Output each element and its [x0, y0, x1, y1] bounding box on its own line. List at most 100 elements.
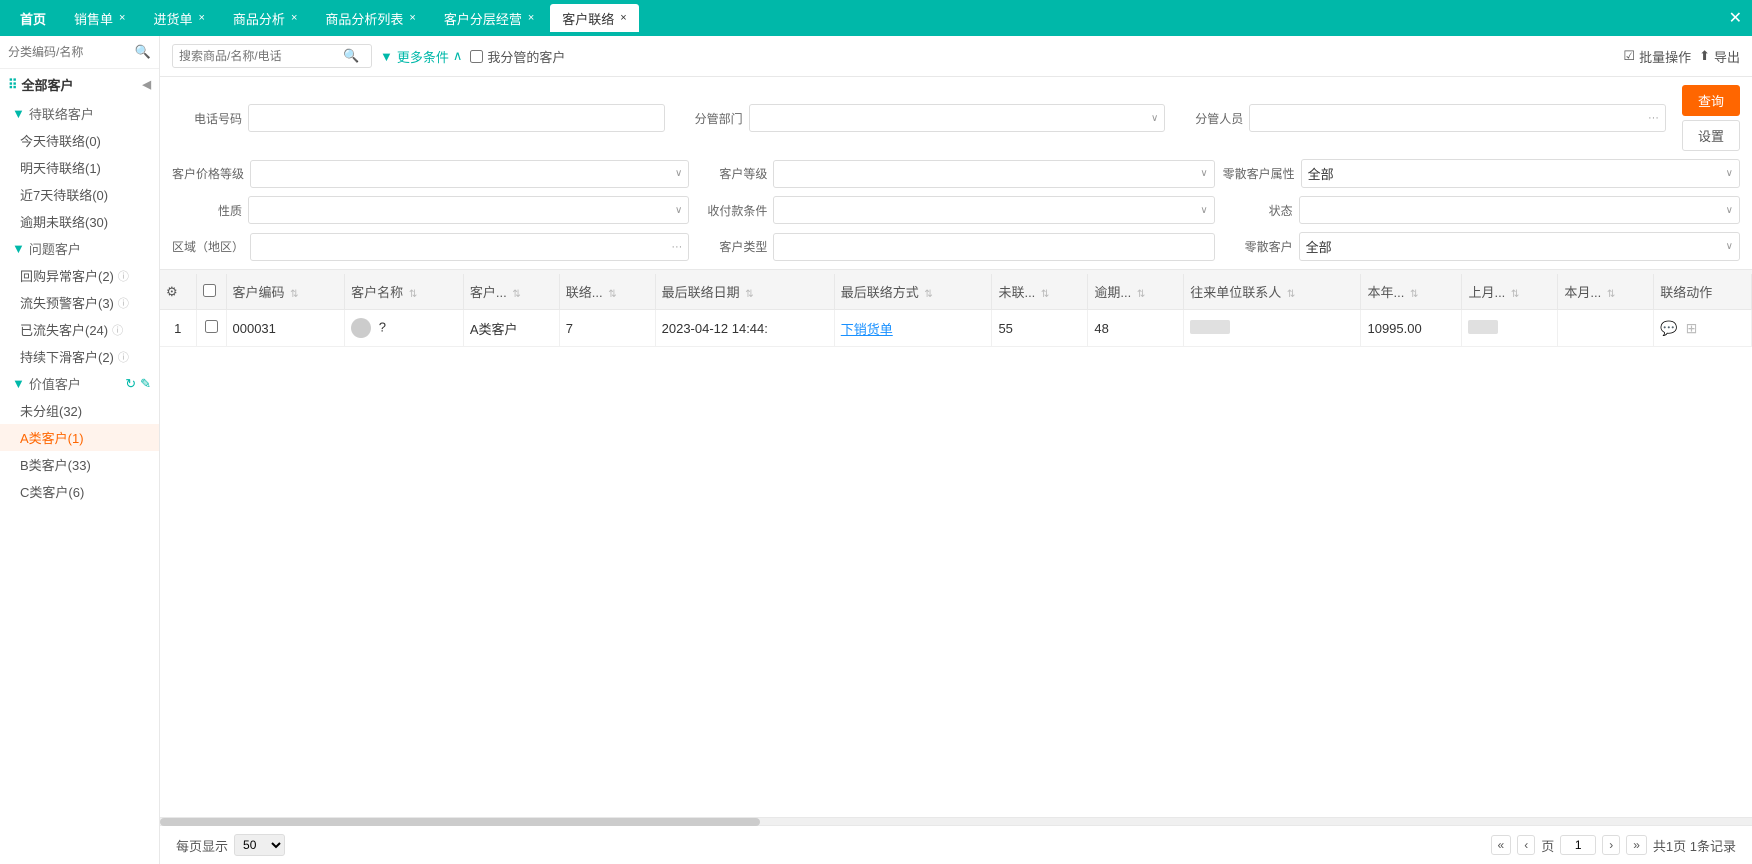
all-customers-header[interactable]: ⠿ 全部客户 ◀	[0, 69, 159, 100]
purchase-tab-close[interactable]: ×	[198, 12, 204, 24]
problem-customers-group[interactable]: ▼ 问题客户	[0, 235, 159, 262]
sidebar-item-lost[interactable]: 已流失客户(24) ⓘ	[0, 316, 159, 343]
sidebar-item-tomorrow[interactable]: 明天待联络(1)	[0, 154, 159, 181]
gear-icon[interactable]: ⚙	[166, 284, 178, 299]
col-last-month[interactable]: 上月... ⇅	[1462, 274, 1558, 310]
select-all-checkbox[interactable]	[203, 284, 216, 297]
row-last-date: 2023-04-12 14:44:	[655, 310, 834, 347]
nature-field: 性质 ∨	[172, 196, 689, 224]
retail-customer-input[interactable]: 全部 ∨	[1299, 232, 1740, 261]
customer-type-input[interactable]	[773, 233, 1214, 261]
col-code[interactable]: 客户编码 ⇅	[226, 274, 345, 310]
analysis-tab-close[interactable]: ×	[291, 12, 297, 24]
my-customers-checkbox[interactable]	[470, 50, 483, 63]
nav-tab-customer-segment[interactable]: 客户分层经营 ×	[432, 4, 546, 32]
status-input[interactable]: ∨	[1299, 196, 1740, 224]
col-actions: 联络动作	[1654, 274, 1752, 310]
manager-input[interactable]: ···	[1249, 104, 1666, 132]
nav-tab-analysis-list[interactable]: 商品分析列表 ×	[313, 4, 427, 32]
col-last-method-sort-icon: ⇅	[924, 289, 932, 300]
nav-tab-customer-contact[interactable]: 客户联络 ×	[550, 4, 638, 32]
col-last-date[interactable]: 最后联络日期 ⇅	[655, 274, 834, 310]
sales-tab-close[interactable]: ×	[119, 12, 125, 24]
col-this-year[interactable]: 本年... ⇅	[1361, 274, 1462, 310]
more-conditions-btn[interactable]: ▼ 更多条件 ∧	[380, 47, 462, 66]
col-last-method-label: 最后联络方式	[841, 285, 919, 300]
horizontal-scrollbar-track[interactable]	[160, 817, 1752, 825]
col-this-month[interactable]: 本月... ⇅	[1558, 274, 1654, 310]
customer-segment-tab-close[interactable]: ×	[528, 12, 534, 24]
phone-input[interactable]	[248, 104, 665, 132]
filter-row-1: 电话号码 分管部门 ∨ 分管人员 ··· 查询 设置	[172, 85, 1740, 151]
horizontal-scrollbar-thumb[interactable]	[160, 818, 760, 826]
payment-input[interactable]: ∨	[773, 196, 1214, 224]
value-customers-refresh-icon[interactable]: ↻	[125, 376, 136, 392]
sidebar-item-overdue-contact[interactable]: 逾期未联络(30)	[0, 208, 159, 235]
row-select-checkbox[interactable]	[205, 320, 218, 333]
col-last-month-label: 上月...	[1468, 285, 1505, 300]
last-method-value[interactable]: 下销货单	[841, 322, 893, 337]
area-more-icon: ···	[671, 241, 682, 253]
table-body: 1 000031 ? A类客户	[160, 310, 1752, 347]
col-gear[interactable]: ⚙	[160, 274, 196, 310]
sidebar-item-b-class[interactable]: B类客户(33)	[0, 451, 159, 478]
sidebar-search-input[interactable]	[8, 45, 131, 59]
sidebar-item-today[interactable]: 今天待联络(0)	[0, 127, 159, 154]
price-level-input[interactable]: ∨	[250, 160, 689, 188]
export-btn[interactable]: ⬆ 导出	[1699, 47, 1740, 66]
search-input[interactable]	[179, 49, 339, 63]
pending-contact-group[interactable]: ▼ 待联络客户	[0, 100, 159, 127]
page-size-select[interactable]: 50 100 200	[234, 834, 285, 856]
retail-attr-input[interactable]: 全部 ∨	[1301, 159, 1740, 188]
close-all-tabs-icon[interactable]: ✕	[1729, 8, 1742, 28]
customer-name-value: ?	[379, 319, 386, 334]
overdue-contact-label: 逾期未联络(30)	[20, 212, 108, 231]
search-icon[interactable]: 🔍	[343, 48, 359, 64]
query-button[interactable]: 查询	[1682, 85, 1740, 116]
customer-contact-tab-close[interactable]: ×	[620, 12, 626, 24]
nav-tab-purchase[interactable]: 进货单 ×	[141, 4, 216, 32]
analysis-list-tab-close[interactable]: ×	[409, 12, 415, 24]
sidebar-item-week[interactable]: 近7天待联络(0)	[0, 181, 159, 208]
last-page-btn[interactable]: »	[1626, 835, 1647, 855]
customer-level-input[interactable]: ∨	[773, 160, 1214, 188]
sidebar-item-a-class[interactable]: A类客户(1)	[0, 424, 159, 451]
value-customers-group[interactable]: ▼ 价值客户 ↻ ✎	[0, 370, 159, 397]
action-qr-icon[interactable]: ⊞	[1686, 320, 1698, 337]
value-customers-edit-icon[interactable]: ✎	[140, 376, 151, 392]
lost-info-icon: ⓘ	[112, 322, 123, 338]
total-records-label: 共1页 1条记录	[1653, 836, 1736, 855]
sidebar-item-continuous-decline[interactable]: 持续下滑客户(2) ⓘ	[0, 343, 159, 370]
col-unit-contact[interactable]: 往来单位联系人 ⇅	[1184, 274, 1361, 310]
col-name[interactable]: 客户名称 ⇅	[345, 274, 464, 310]
col-code-sort-icon: ⇅	[290, 289, 298, 300]
sidebar-item-c-class[interactable]: C类客户(6)	[0, 478, 159, 505]
col-customer-type[interactable]: 客户... ⇅	[463, 274, 559, 310]
retail-attr-arrow: ∨	[1726, 168, 1733, 179]
action-icons-group: 💬 ⊞	[1660, 320, 1745, 337]
dept-dropdown-arrow: ∨	[1151, 113, 1158, 124]
prev-page-btn[interactable]: ‹	[1517, 835, 1535, 855]
page-number-input[interactable]	[1560, 835, 1596, 855]
first-page-btn[interactable]: «	[1491, 835, 1512, 855]
nav-tab-sales[interactable]: 销售单 ×	[62, 4, 137, 32]
sidebar-item-lost-forecast[interactable]: 流失预警客户(3) ⓘ	[0, 289, 159, 316]
col-no-contact[interactable]: 未联... ⇅	[992, 274, 1088, 310]
col-customer-type-sort-icon: ⇅	[512, 289, 520, 300]
area-input[interactable]: ···	[250, 233, 689, 261]
action-comment-icon[interactable]: 💬	[1660, 320, 1677, 337]
dept-input[interactable]: ∨	[749, 104, 1166, 132]
next-page-btn[interactable]: ›	[1602, 835, 1620, 855]
nature-input[interactable]: ∨	[248, 196, 689, 224]
nav-tab-home[interactable]: 首页	[8, 4, 58, 32]
nav-tab-analysis[interactable]: 商品分析 ×	[221, 4, 309, 32]
setting-button[interactable]: 设置	[1682, 120, 1740, 151]
col-last-method[interactable]: 最后联络方式 ⇅	[834, 274, 992, 310]
col-contact[interactable]: 联络... ⇅	[559, 274, 655, 310]
col-overdue[interactable]: 逾期... ⇅	[1088, 274, 1184, 310]
batch-operation-btn[interactable]: ☑ 批量操作	[1623, 47, 1691, 66]
sidebar-item-repeat-abnormal[interactable]: 回购异常客户(2) ⓘ	[0, 262, 159, 289]
row-this-year: 10995.00	[1361, 310, 1462, 347]
sidebar-search-icon[interactable]: 🔍	[135, 44, 151, 60]
sidebar-item-unsorted[interactable]: 未分组(32)	[0, 397, 159, 424]
